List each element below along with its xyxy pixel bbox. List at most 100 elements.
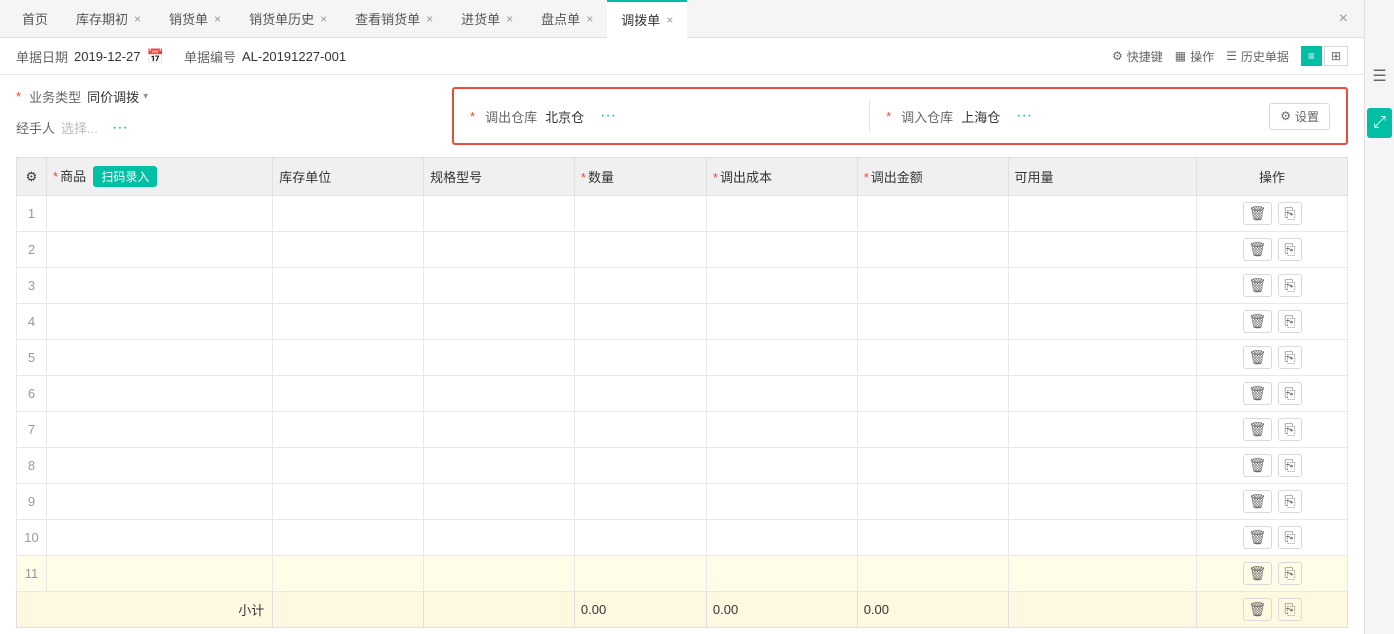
spec-cell[interactable]	[424, 340, 575, 376]
delete-row-btn[interactable]: 🗑	[1243, 310, 1273, 333]
history-button[interactable]: ☰ 历史单据	[1226, 48, 1289, 65]
unit-cell[interactable]	[273, 484, 424, 520]
layout-grid-btn[interactable]: ⊞	[1324, 46, 1348, 66]
delete-row-btn[interactable]: 🗑	[1243, 562, 1273, 585]
unit-cell[interactable]	[273, 520, 424, 556]
qty-cell[interactable]	[574, 448, 706, 484]
copy-row-btn[interactable]: ⎘	[1278, 310, 1301, 333]
close-transfer[interactable]: ×	[666, 13, 673, 27]
amount-cell[interactable]	[857, 556, 1008, 592]
copy-row-btn[interactable]: ⎘	[1278, 346, 1301, 369]
avail-cell[interactable]	[1008, 520, 1197, 556]
avail-cell[interactable]	[1008, 376, 1197, 412]
delete-row-btn[interactable]: 🗑	[1243, 274, 1273, 297]
tab-sales-order[interactable]: 销货单 ×	[155, 0, 235, 38]
copy-row-btn[interactable]: ⎘	[1278, 562, 1301, 585]
shortcut-button[interactable]: ⚙ 快捷键	[1112, 48, 1163, 65]
transfer-out-more[interactable]: ···	[600, 107, 616, 125]
avail-cell[interactable]	[1008, 268, 1197, 304]
cost-cell[interactable]	[706, 484, 857, 520]
cost-cell[interactable]	[706, 376, 857, 412]
close-all-tabs[interactable]: ×	[1331, 10, 1356, 28]
subtotal-copy-btn[interactable]: ⎘	[1278, 598, 1301, 621]
tab-transfer[interactable]: 调拨单 ×	[607, 0, 687, 38]
unit-cell[interactable]	[273, 232, 424, 268]
col-gear[interactable]: ⚙	[17, 158, 47, 196]
sidebar-list-icon[interactable]: ☰	[1366, 60, 1392, 92]
amount-cell[interactable]	[857, 376, 1008, 412]
unit-cell[interactable]	[273, 304, 424, 340]
delete-row-btn[interactable]: 🗑	[1243, 382, 1273, 405]
avail-cell[interactable]	[1008, 484, 1197, 520]
tab-sales-history[interactable]: 销货单历史 ×	[235, 0, 341, 38]
spec-cell[interactable]	[424, 412, 575, 448]
close-sales-history[interactable]: ×	[320, 12, 327, 26]
spec-cell[interactable]	[424, 376, 575, 412]
copy-row-btn[interactable]: ⎘	[1278, 454, 1301, 477]
qty-cell[interactable]	[574, 556, 706, 592]
unit-cell[interactable]	[273, 376, 424, 412]
product-cell[interactable]	[47, 304, 273, 340]
settings-button[interactable]: ⚙ 设置	[1269, 103, 1330, 130]
qty-cell[interactable]	[574, 268, 706, 304]
qty-cell[interactable]	[574, 484, 706, 520]
copy-row-btn[interactable]: ⎘	[1278, 238, 1301, 261]
close-inventory-check[interactable]: ×	[586, 12, 593, 26]
cost-cell[interactable]	[706, 196, 857, 232]
biz-type-select[interactable]: 同价调拨 ▾	[87, 87, 148, 106]
amount-cell[interactable]	[857, 268, 1008, 304]
layout-list-btn[interactable]: ≡	[1301, 46, 1322, 66]
unit-cell[interactable]	[273, 340, 424, 376]
cost-cell[interactable]	[706, 268, 857, 304]
qty-cell[interactable]	[574, 340, 706, 376]
unit-cell[interactable]	[273, 196, 424, 232]
close-sales-order[interactable]: ×	[214, 12, 221, 26]
delete-row-btn[interactable]: 🗑	[1243, 526, 1273, 549]
cost-cell[interactable]	[706, 340, 857, 376]
avail-cell[interactable]	[1008, 448, 1197, 484]
qty-cell[interactable]	[574, 232, 706, 268]
product-cell[interactable]	[47, 412, 273, 448]
gear-icon[interactable]: ⚙	[26, 169, 38, 184]
qty-cell[interactable]	[574, 412, 706, 448]
unit-cell[interactable]	[273, 556, 424, 592]
copy-row-btn[interactable]: ⎘	[1278, 418, 1301, 441]
subtotal-delete-btn[interactable]: 🗑	[1243, 598, 1273, 621]
spec-cell[interactable]	[424, 196, 575, 232]
spec-cell[interactable]	[424, 556, 575, 592]
product-cell[interactable]	[47, 520, 273, 556]
transfer-in-more[interactable]: ···	[1016, 107, 1032, 125]
delete-row-btn[interactable]: 🗑	[1243, 202, 1273, 225]
handler-more[interactable]: ···	[112, 119, 128, 137]
copy-row-btn[interactable]: ⎘	[1278, 526, 1301, 549]
spec-cell[interactable]	[424, 268, 575, 304]
product-cell[interactable]	[47, 556, 273, 592]
sidebar-expand-icon[interactable]: ⤢	[1367, 108, 1392, 138]
product-cell[interactable]	[47, 196, 273, 232]
amount-cell[interactable]	[857, 304, 1008, 340]
product-cell[interactable]	[47, 484, 273, 520]
delete-row-btn[interactable]: 🗑	[1243, 238, 1273, 261]
amount-cell[interactable]	[857, 484, 1008, 520]
avail-cell[interactable]	[1008, 232, 1197, 268]
amount-cell[interactable]	[857, 412, 1008, 448]
spec-cell[interactable]	[424, 232, 575, 268]
unit-cell[interactable]	[273, 412, 424, 448]
copy-row-btn[interactable]: ⎘	[1278, 274, 1301, 297]
unit-cell[interactable]	[273, 448, 424, 484]
tab-home[interactable]: 首页	[8, 0, 62, 38]
avail-cell[interactable]	[1008, 304, 1197, 340]
amount-cell[interactable]	[857, 340, 1008, 376]
close-purchase[interactable]: ×	[506, 12, 513, 26]
operate-button[interactable]: ▦ 操作	[1175, 48, 1214, 65]
delete-row-btn[interactable]: 🗑	[1243, 346, 1273, 369]
copy-row-btn[interactable]: ⎘	[1278, 490, 1301, 513]
product-cell[interactable]	[47, 376, 273, 412]
spec-cell[interactable]	[424, 448, 575, 484]
cost-cell[interactable]	[706, 448, 857, 484]
qty-cell[interactable]	[574, 196, 706, 232]
delete-row-btn[interactable]: 🗑	[1243, 490, 1273, 513]
tab-inventory-init[interactable]: 库存期初 ×	[62, 0, 155, 38]
product-cell[interactable]	[47, 340, 273, 376]
delete-row-btn[interactable]: 🗑	[1243, 454, 1273, 477]
